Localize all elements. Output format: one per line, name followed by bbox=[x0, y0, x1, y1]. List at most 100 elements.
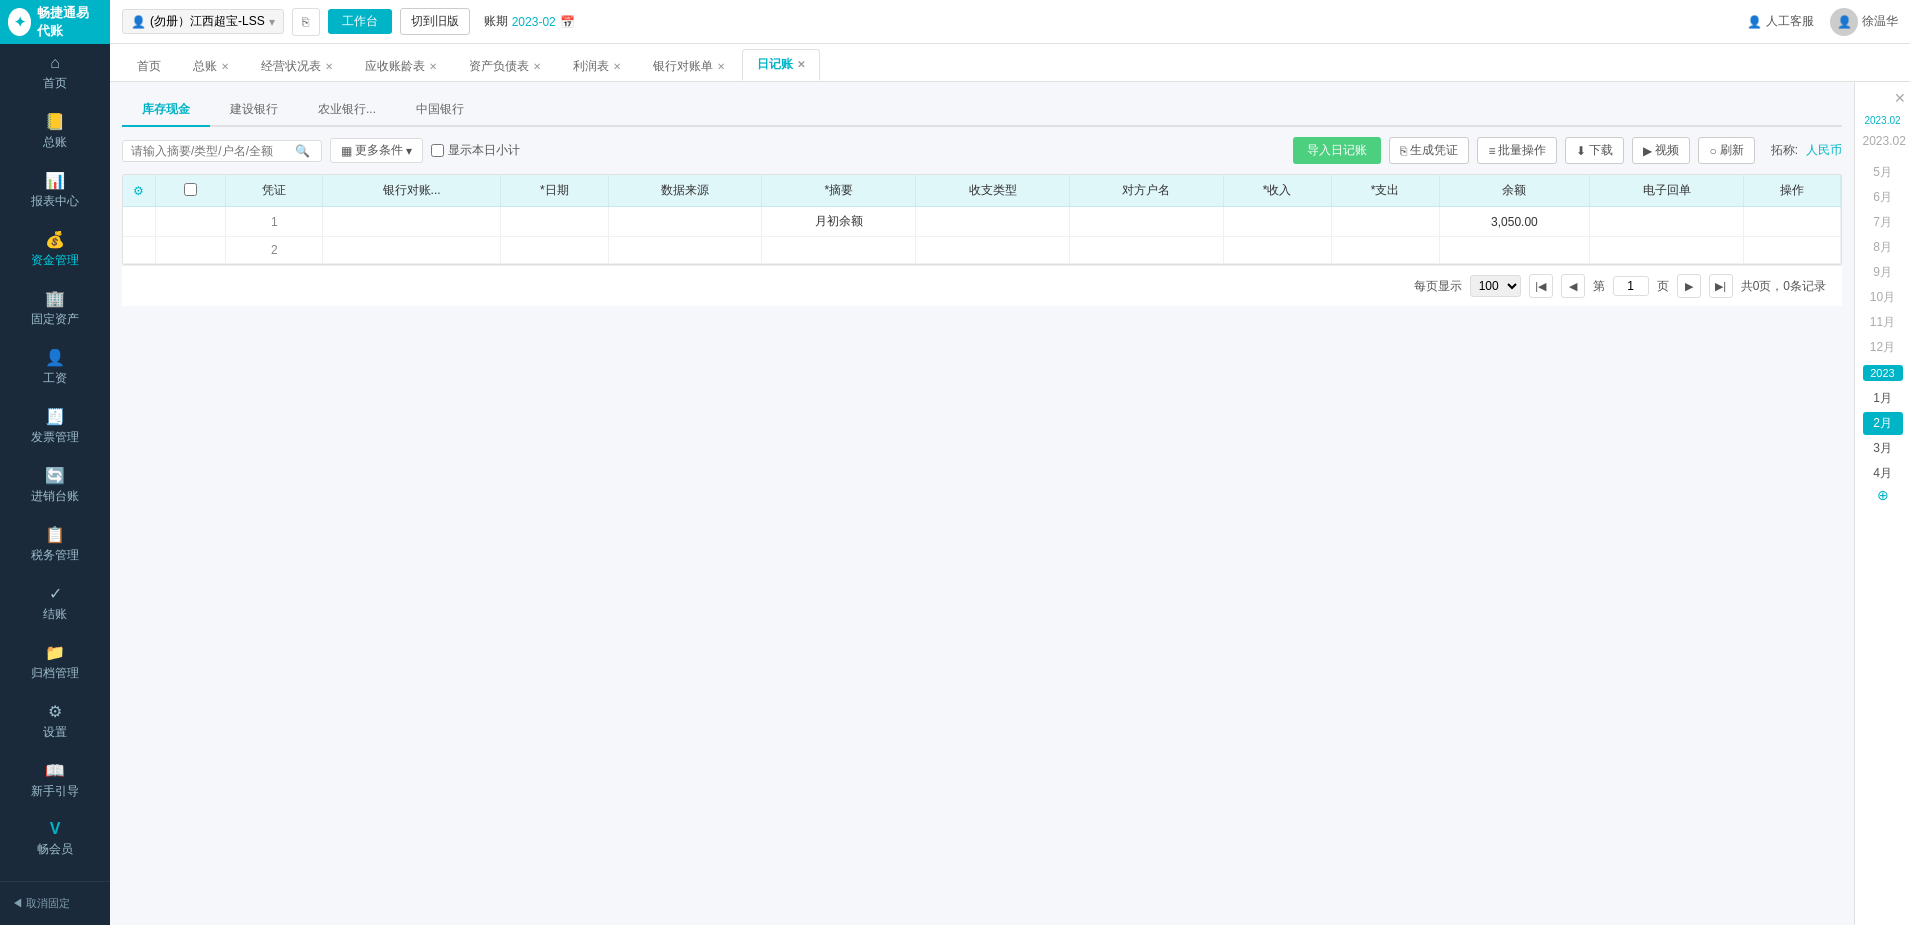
tab-profit[interactable]: 利润表 ✕ bbox=[558, 51, 636, 81]
rp-prev-8[interactable]: 8月 bbox=[1863, 236, 1903, 259]
company-selector[interactable]: 👤 (勿册）江西超宝-LSS ▾ bbox=[122, 9, 284, 34]
rp-month-1[interactable]: 1月 bbox=[1863, 387, 1903, 410]
tab-bank-rec[interactable]: 银行对账单 ✕ bbox=[638, 51, 740, 81]
sidebar-item-label: 总账 bbox=[43, 134, 67, 151]
rp-month-4[interactable]: 4月 bbox=[1863, 462, 1903, 485]
sub-tab-ccb[interactable]: 建设银行 bbox=[210, 94, 298, 127]
rp-month-prev-1[interactable]: 2023.02 bbox=[1863, 131, 1903, 151]
sidebar-item-ledger[interactable]: 📒 总账 bbox=[0, 102, 110, 161]
last-page-btn[interactable]: ▶| bbox=[1709, 274, 1733, 298]
rp-prev-5[interactable]: 5月 bbox=[1863, 161, 1903, 184]
select-all-checkbox[interactable] bbox=[184, 183, 197, 196]
first-page-btn[interactable]: |◀ bbox=[1529, 274, 1553, 298]
refresh-btn[interactable]: ○ 刷新 bbox=[1698, 137, 1754, 164]
member-icon: V bbox=[50, 820, 61, 838]
sidebar-item-label: 发票管理 bbox=[31, 429, 79, 446]
sidebar-item-purchase[interactable]: 🔄 进销台账 bbox=[0, 456, 110, 515]
column-settings-icon[interactable]: ⚙ bbox=[133, 184, 144, 198]
sidebar-item-label: 资金管理 bbox=[31, 252, 79, 269]
sidebar-item-label: 设置 bbox=[43, 724, 67, 741]
sidebar-item-guide[interactable]: 📖 新手引导 bbox=[0, 751, 110, 810]
sub-tab-abc[interactable]: 农业银行... bbox=[298, 94, 396, 127]
col-counterpart: 对方户名 bbox=[1069, 175, 1223, 207]
sidebar-item-tax[interactable]: 📋 税务管理 bbox=[0, 515, 110, 574]
tab-bank-rec-close[interactable]: ✕ bbox=[717, 61, 725, 72]
sidebar-item-invoice[interactable]: 🧾 发票管理 bbox=[0, 397, 110, 456]
tab-ledger-close[interactable]: ✕ bbox=[221, 61, 229, 72]
calendar-icon[interactable]: 📅 bbox=[560, 15, 575, 29]
show-daily-checkbox[interactable]: 显示本日小计 bbox=[431, 142, 520, 159]
sidebar-item-salary[interactable]: 👤 工资 bbox=[0, 338, 110, 397]
tab-business[interactable]: 经营状况表 ✕ bbox=[246, 51, 348, 81]
batch-btn[interactable]: ≡ 批量操作 bbox=[1477, 137, 1557, 164]
prev-page-btn[interactable]: ◀ bbox=[1561, 274, 1585, 298]
tab-diary[interactable]: 日记账 ✕ bbox=[742, 49, 820, 81]
rp-month-2[interactable]: 2月 bbox=[1863, 412, 1903, 435]
sidebar-item-settings[interactable]: ⚙ 设置 bbox=[0, 692, 110, 751]
tab-profit-close[interactable]: ✕ bbox=[613, 61, 621, 72]
col-check[interactable] bbox=[155, 175, 226, 207]
search-box[interactable]: 🔍 bbox=[122, 140, 322, 162]
rp-prev-10[interactable]: 10月 bbox=[1863, 286, 1903, 309]
username: 徐温华 bbox=[1862, 13, 1898, 30]
batch-icon: ≡ bbox=[1488, 144, 1495, 158]
work-btn[interactable]: 工作台 bbox=[328, 9, 392, 34]
finance-icon: 💰 bbox=[45, 230, 65, 249]
sidebar-item-reports[interactable]: 📊 报表中心 bbox=[0, 161, 110, 220]
sidebar-item-archive[interactable]: 📁 归档管理 bbox=[0, 633, 110, 692]
tab-business-close[interactable]: ✕ bbox=[325, 61, 333, 72]
rp-prev-7[interactable]: 7月 bbox=[1863, 211, 1903, 234]
user-profile[interactable]: 👤 徐温华 bbox=[1830, 8, 1898, 36]
page-size-select[interactable]: 100 20 50 200 bbox=[1470, 275, 1521, 297]
sidebar-item-finance[interactable]: 💰 资金管理 bbox=[0, 220, 110, 279]
old-version-btn[interactable]: 切到旧版 bbox=[400, 8, 470, 35]
rp-prev-9[interactable]: 9月 bbox=[1863, 261, 1903, 284]
tab-receivable[interactable]: 应收账龄表 ✕ bbox=[350, 51, 452, 81]
tab-assets-liab[interactable]: 资产负债表 ✕ bbox=[454, 51, 556, 81]
nav-down-icon[interactable]: ⊕ bbox=[1877, 487, 1889, 503]
tab-ledger[interactable]: 总账 ✕ bbox=[178, 51, 244, 81]
page-number-input[interactable] bbox=[1613, 276, 1649, 296]
next-page-btn[interactable]: ▶ bbox=[1677, 274, 1701, 298]
tab-receivable-close[interactable]: ✕ bbox=[429, 61, 437, 72]
row-flow-type bbox=[916, 207, 1070, 237]
sidebar-item-home[interactable]: ⌂ 首页 bbox=[0, 44, 110, 102]
currency-value[interactable]: 人民币 bbox=[1806, 142, 1842, 159]
show-daily-input[interactable] bbox=[431, 144, 444, 157]
generate-voucher-btn[interactable]: ⎘ 生成凭证 bbox=[1389, 137, 1469, 164]
rp-prev-11[interactable]: 11月 bbox=[1863, 311, 1903, 334]
rp-prev-6[interactable]: 6月 bbox=[1863, 186, 1903, 209]
sub-tab-cash[interactable]: 库存现金 bbox=[122, 94, 210, 127]
topbar: 👤 (勿册）江西超宝-LSS ▾ ⎘ 工作台 切到旧版 账期 2023-02 📅… bbox=[110, 0, 1910, 44]
tab-diary-close[interactable]: ✕ bbox=[797, 59, 805, 70]
sub-tab-cash-label: 库存现金 bbox=[142, 102, 190, 116]
tab-assets-liab-label: 资产负债表 bbox=[469, 58, 529, 75]
search-icon[interactable]: 🔍 bbox=[295, 144, 310, 158]
sidebar-item-label: 进销台账 bbox=[31, 488, 79, 505]
rp-nav-down[interactable]: ⊕ bbox=[1863, 487, 1903, 503]
download-btn[interactable]: ⬇ 下载 bbox=[1565, 137, 1624, 164]
tab-home[interactable]: 首页 bbox=[122, 51, 176, 81]
tab-assets-liab-close[interactable]: ✕ bbox=[533, 61, 541, 72]
import-diary-btn[interactable]: 导入日记账 bbox=[1293, 137, 1381, 164]
row-source bbox=[608, 237, 762, 264]
sidebar-item-assets[interactable]: 🏢 固定资产 bbox=[0, 279, 110, 338]
voucher-label: 生成凭证 bbox=[1410, 142, 1458, 159]
sidebar-item-member[interactable]: V 畅会员 bbox=[0, 810, 110, 868]
row-date bbox=[500, 237, 608, 264]
sub-tab-boc[interactable]: 中国银行 bbox=[396, 94, 484, 127]
copy-btn[interactable]: ⎘ bbox=[292, 8, 320, 36]
purchase-icon: 🔄 bbox=[45, 466, 65, 485]
rp-prev-12[interactable]: 12月 bbox=[1863, 336, 1903, 359]
filter-btn[interactable]: ▦ 更多条件 ▾ bbox=[330, 138, 423, 163]
search-input[interactable] bbox=[131, 144, 291, 158]
row-balance: 3,050.00 bbox=[1439, 207, 1590, 237]
video-btn[interactable]: ▶ 视频 bbox=[1632, 137, 1690, 164]
col-settings[interactable]: ⚙ bbox=[123, 175, 155, 207]
sidebar-item-checkout[interactable]: ✓ 结账 bbox=[0, 574, 110, 633]
rp-month-3[interactable]: 3月 bbox=[1863, 437, 1903, 460]
human-service[interactable]: 👤 人工客服 bbox=[1747, 13, 1814, 30]
close-panel-btn[interactable]: ✕ bbox=[1894, 90, 1910, 106]
sidebar-item-label: 新手引导 bbox=[31, 783, 79, 800]
unpin-btn[interactable]: ◀ 取消固定 bbox=[0, 890, 110, 917]
